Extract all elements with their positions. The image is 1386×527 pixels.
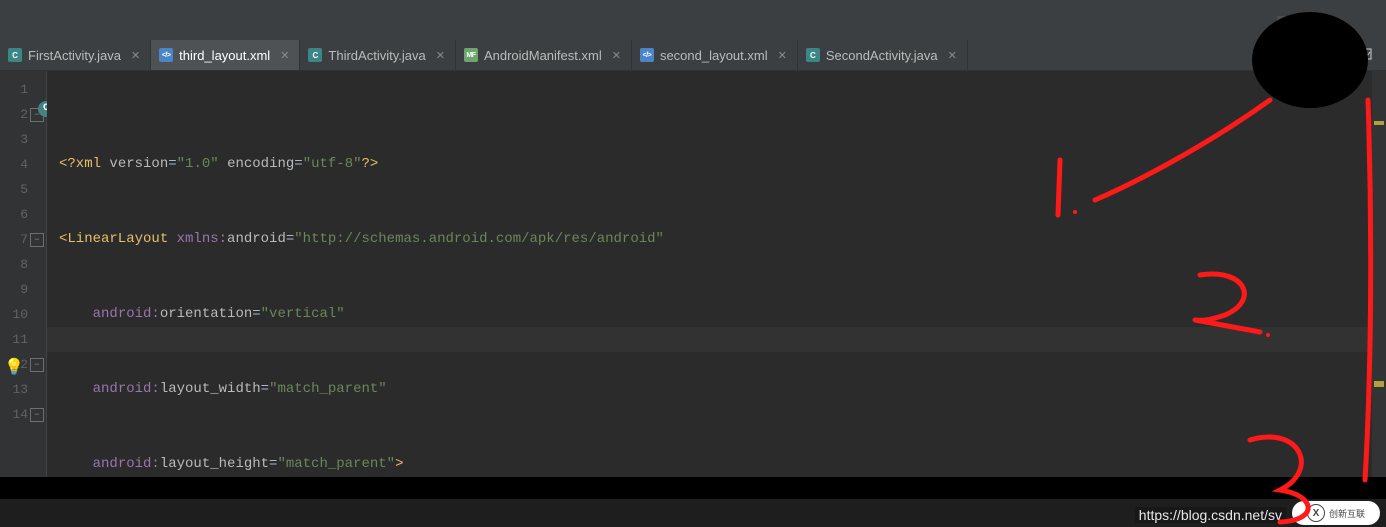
java-icon bbox=[806, 48, 820, 62]
manifest-icon bbox=[464, 48, 478, 62]
close-icon[interactable]: ✕ bbox=[948, 49, 957, 62]
code-line: <?xml version="1.0" encoding="utf-8"?> bbox=[59, 152, 1386, 177]
java-icon bbox=[308, 48, 322, 62]
fold-icon[interactable]: − bbox=[30, 233, 44, 247]
code-view-icon bbox=[1310, 48, 1324, 60]
xml-icon bbox=[159, 48, 173, 62]
view-switcher bbox=[1306, 44, 1376, 64]
fold-icon[interactable]: − bbox=[30, 108, 44, 122]
close-icon[interactable]: ✕ bbox=[131, 49, 140, 62]
watermark-logo: X 创新互联 bbox=[1292, 501, 1380, 525]
design-view-button[interactable] bbox=[1354, 44, 1376, 64]
tab-androidmanifest[interactable]: AndroidManifest.xml ✕ bbox=[456, 40, 632, 70]
tab-label: AndroidManifest.xml bbox=[484, 48, 602, 63]
tab-firstactivity[interactable]: FirstActivity.java ✕ bbox=[0, 40, 151, 70]
code-line: <LinearLayout xmlns:android="http://sche… bbox=[59, 227, 1386, 252]
close-icon[interactable]: ✕ bbox=[612, 49, 621, 62]
bottom-black-bar bbox=[0, 477, 1386, 499]
tab-label: SecondActivity.java bbox=[826, 48, 938, 63]
toolbar-area bbox=[0, 0, 1386, 40]
tab-thirdactivity[interactable]: ThirdActivity.java ✕ bbox=[300, 40, 456, 70]
tab-label: ThirdActivity.java bbox=[328, 48, 425, 63]
tab-secondactivity[interactable]: SecondActivity.java ✕ bbox=[798, 40, 968, 70]
fold-end-icon[interactable]: − bbox=[30, 408, 44, 422]
xml-icon bbox=[640, 48, 654, 62]
logo-icon: X bbox=[1307, 504, 1325, 522]
split-view-button[interactable] bbox=[1330, 44, 1352, 64]
tab-second-layout[interactable]: second_layout.xml ✕ bbox=[632, 40, 798, 70]
code-area[interactable]: <?xml version="1.0" encoding="utf-8"?> <… bbox=[47, 71, 1386, 527]
editor-tabs: FirstActivity.java ✕ third_layout.xml ✕ … bbox=[0, 40, 1386, 71]
tab-label: FirstActivity.java bbox=[28, 48, 121, 63]
design-view-icon bbox=[1358, 48, 1372, 60]
code-view-button[interactable] bbox=[1306, 44, 1328, 64]
java-icon bbox=[8, 48, 22, 62]
watermark-url: https://blog.csdn.net/sv bbox=[1135, 507, 1286, 523]
tab-third-layout[interactable]: third_layout.xml ✕ bbox=[151, 40, 300, 70]
editor: C 1 2− 3 4 5 6 7− 8 9 10 11 12− 💡 13 14−… bbox=[0, 71, 1386, 527]
current-line-highlight bbox=[47, 327, 1386, 352]
logo-text: 创新互联 bbox=[1329, 507, 1365, 520]
close-icon[interactable]: ✕ bbox=[436, 49, 445, 62]
close-icon[interactable]: ✕ bbox=[280, 49, 289, 62]
split-view-icon bbox=[1334, 48, 1348, 60]
code-line: android:layout_width="match_parent" bbox=[59, 377, 1386, 402]
close-icon[interactable]: ✕ bbox=[778, 49, 787, 62]
tab-label: third_layout.xml bbox=[179, 48, 270, 63]
code-line: android:layout_height="match_parent"> bbox=[59, 452, 1386, 477]
gutter[interactable]: C 1 2− 3 4 5 6 7− 8 9 10 11 12− 💡 13 14− bbox=[0, 71, 47, 527]
tab-label: second_layout.xml bbox=[660, 48, 768, 63]
fold-end-icon[interactable]: − bbox=[30, 358, 44, 372]
code-line: android:orientation="vertical" bbox=[59, 302, 1386, 327]
